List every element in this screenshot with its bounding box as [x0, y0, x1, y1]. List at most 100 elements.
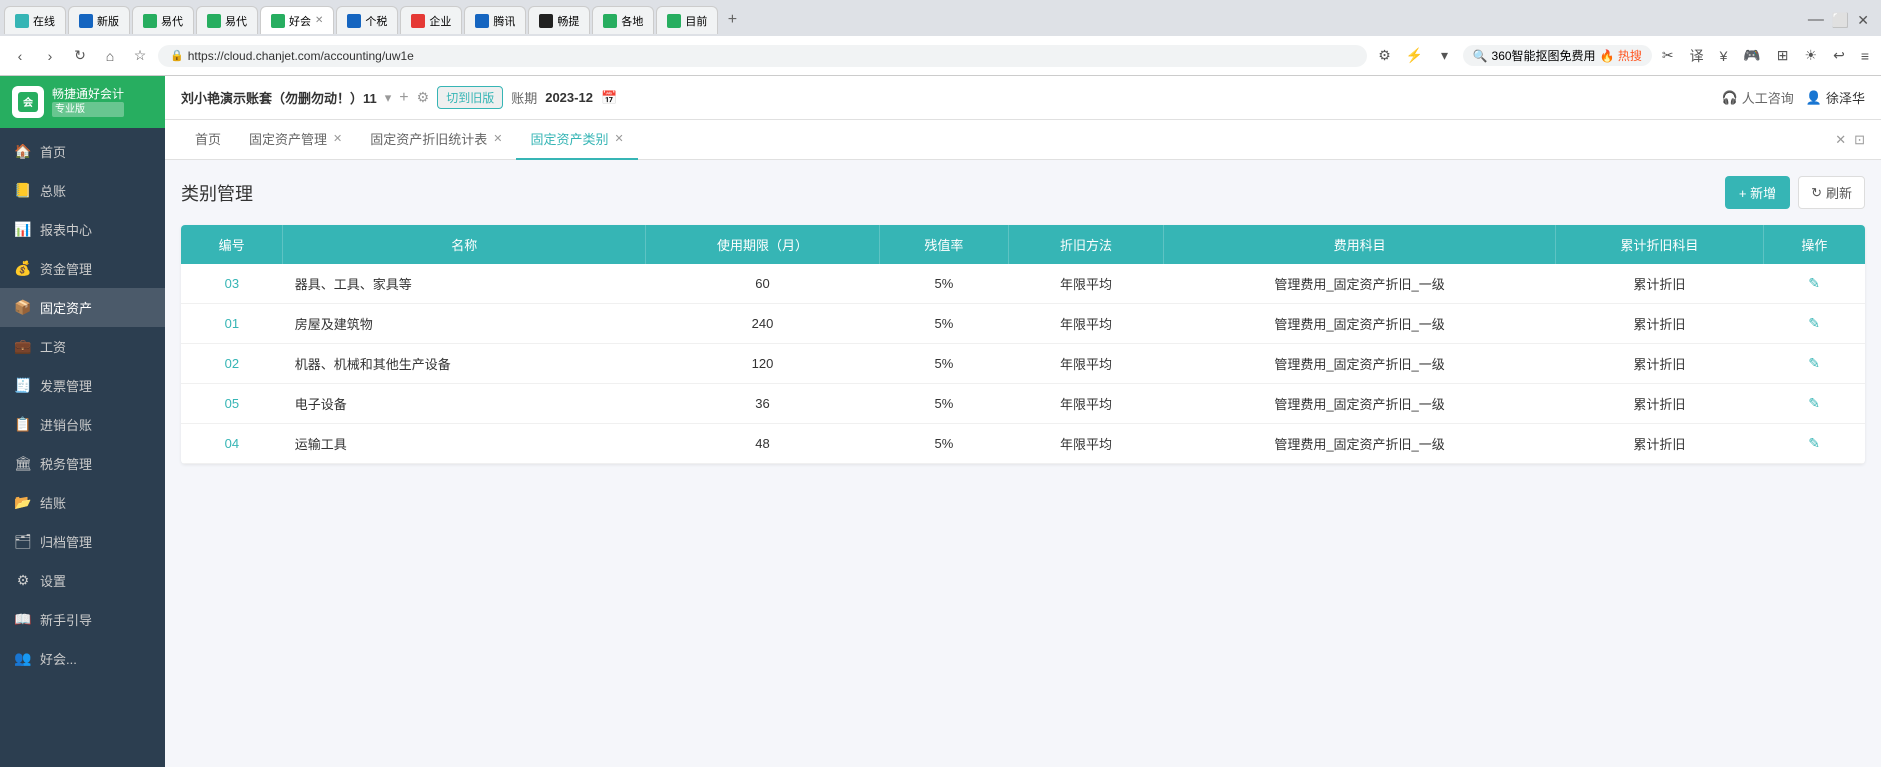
browser-tab-6[interactable]: 企业 — [400, 6, 462, 34]
home-button[interactable]: ⌂ — [98, 44, 122, 68]
calendar-icon[interactable]: 📅 — [601, 90, 617, 106]
cell-code-3[interactable]: 05 — [181, 384, 283, 424]
sidebar-item-settings[interactable]: ⚙ 设置 — [0, 561, 165, 600]
sidebar-item-community[interactable]: 👥 好会... — [0, 639, 165, 678]
sidebar-item-general-ledger[interactable]: 📒 总账 — [0, 171, 165, 210]
browser-tab-1[interactable]: 新版 — [68, 6, 130, 34]
tab-close-1[interactable]: ✕ — [333, 132, 342, 145]
browser-toolbar: ✂ 译 ¥ 🎮 ⊞ ☀ ↩ ≡ — [1658, 44, 1873, 68]
browser-tab-2[interactable]: 易代 — [132, 6, 194, 34]
refresh-table-button[interactable]: ↻ 刷新 — [1798, 176, 1865, 209]
wallet-icon[interactable]: ¥ — [1716, 46, 1732, 66]
tab-close-all-icon[interactable]: ✕ — [1835, 132, 1846, 148]
user-profile-button[interactable]: 👤 徐泽华 — [1806, 88, 1865, 107]
sidebar-item-reports[interactable]: 📊 报表中心 — [0, 210, 165, 249]
consult-button[interactable]: 🎧 人工咨询 — [1722, 88, 1794, 107]
col-header-expense: 费用科目 — [1164, 225, 1556, 264]
tab-home[interactable]: 首页 — [181, 120, 235, 160]
sidebar-item-invoice[interactable]: 🧾 发票管理 — [0, 366, 165, 405]
bookmark-button[interactable]: ☆ — [128, 44, 152, 68]
site-settings-button[interactable]: ⚙ — [1373, 44, 1397, 68]
browser-tab-4[interactable]: 好会 ✕ — [260, 6, 334, 34]
main-content: 刘小艳演示账套（勿删勿动！）11 ▾ + ⚙ 切到旧版 账期 2023-12 📅… — [165, 76, 1881, 767]
sun-icon[interactable]: ☀ — [1801, 45, 1822, 66]
content-tabs: 首页 固定资产管理 ✕ 固定资产折旧统计表 ✕ 固定资产类别 ✕ ✕ ⊡ — [165, 120, 1881, 160]
url-bar[interactable]: 🔒 https://cloud.chanjet.com/accounting/u… — [158, 45, 1367, 67]
undo-icon[interactable]: ↩ — [1829, 45, 1849, 66]
sidebar-item-fixed-assets[interactable]: 📦 固定资产 — [0, 288, 165, 327]
browser-tab-0[interactable]: 在线 — [4, 6, 66, 34]
sidebar-item-tax[interactable]: 🏛 税务管理 — [0, 444, 165, 483]
menu-icon[interactable]: ≡ — [1857, 46, 1873, 66]
browser-tab-3[interactable]: 易代 — [196, 6, 258, 34]
header-settings-icon[interactable]: ⚙ — [417, 89, 430, 106]
edit-button-2[interactable]: ✎ — [1808, 355, 1820, 371]
minimize-button[interactable]: — — [1808, 11, 1824, 29]
tab-asset-management[interactable]: 固定资产管理 ✕ — [235, 120, 356, 160]
browser-search-box[interactable]: 🔍 360智能抠图免费用 🔥 热搜 — [1463, 45, 1652, 66]
sidebar-item-label: 好会... — [40, 649, 77, 668]
dropdown-button[interactable]: ▾ — [1433, 44, 1457, 68]
cell-code-0[interactable]: 03 — [181, 264, 283, 304]
new-tab-button[interactable]: + — [720, 8, 744, 32]
translate-icon[interactable]: 译 — [1686, 44, 1708, 68]
back-button[interactable]: ‹ — [8, 44, 32, 68]
edit-button-4[interactable]: ✎ — [1808, 435, 1820, 451]
maximize-button[interactable]: ⬜ — [1832, 12, 1849, 29]
sidebar-item-funds[interactable]: 💰 资金管理 — [0, 249, 165, 288]
scissors-icon[interactable]: ✂ — [1658, 45, 1678, 66]
cell-code-2[interactable]: 02 — [181, 344, 283, 384]
archive-icon: 🗂 — [14, 533, 32, 550]
games-icon[interactable]: 🎮 — [1739, 45, 1764, 66]
switch-old-version-button[interactable]: 切到旧版 — [437, 86, 503, 109]
browser-tab-7[interactable]: 腾讯 — [464, 6, 526, 34]
tab-depreciation-report[interactable]: 固定资产折旧统计表 ✕ — [356, 120, 516, 160]
add-category-button[interactable]: + 新增 — [1725, 176, 1790, 209]
search-icon: 🔍 — [1473, 49, 1488, 63]
sidebar-item-settle[interactable]: 📂 结账 — [0, 483, 165, 522]
tab-expand-icon[interactable]: ⊡ — [1854, 132, 1865, 148]
tab-close-2[interactable]: ✕ — [493, 132, 502, 145]
refresh-button-browser[interactable]: ↻ — [68, 44, 92, 68]
edit-button-1[interactable]: ✎ — [1808, 315, 1820, 331]
lightning-button[interactable]: ⚡ — [1403, 44, 1427, 68]
cell-residual-4: 5% — [879, 424, 1008, 464]
header-add-icon[interactable]: + — [399, 89, 408, 107]
browser-tab-close-4[interactable]: ✕ — [315, 15, 323, 26]
browser-tab-5[interactable]: 个税 — [336, 6, 398, 34]
tab-close-3[interactable]: ✕ — [615, 132, 624, 145]
browser-tab-label-8: 畅提 — [557, 13, 579, 29]
browser-tab-label-10: 目前 — [685, 13, 707, 29]
close-button[interactable]: ✕ — [1857, 12, 1869, 29]
edit-button-3[interactable]: ✎ — [1808, 395, 1820, 411]
sidebar-item-guide[interactable]: 📖 新手引导 — [0, 600, 165, 639]
cell-code-1[interactable]: 01 — [181, 304, 283, 344]
header-dropdown-icon[interactable]: ▾ — [385, 90, 392, 106]
cell-period-3: 36 — [646, 384, 880, 424]
cell-action-2: ✎ — [1763, 344, 1865, 384]
browser-tab-10[interactable]: 目前 — [656, 6, 718, 34]
sidebar-item-archive[interactable]: 🗂 归档管理 — [0, 522, 165, 561]
cell-action-1: ✎ — [1763, 304, 1865, 344]
sidebar-logo[interactable]: 会 畅捷通好会计 专业版 — [0, 76, 165, 128]
cell-period-4: 48 — [646, 424, 880, 464]
forward-button[interactable]: › — [38, 44, 62, 68]
sidebar-item-label: 进销台账 — [40, 415, 92, 434]
browser-tab-8[interactable]: 畅提 — [528, 6, 590, 34]
sidebar-item-purchase-sales[interactable]: 📋 进销台账 — [0, 405, 165, 444]
cell-period-1: 240 — [646, 304, 880, 344]
sidebar-item-label: 设置 — [40, 571, 66, 590]
browser-tab-label-0: 在线 — [33, 13, 55, 29]
tax-icon: 🏛 — [14, 455, 32, 472]
cell-name-2: 机器、机械和其他生产设备 — [283, 344, 646, 384]
category-table: 编号 名称 使用期限（月） 残值率 折旧方法 费用科目 累计折旧科目 操作 03… — [181, 225, 1865, 464]
browser-tab-9[interactable]: 各地 — [592, 6, 654, 34]
edit-button-0[interactable]: ✎ — [1808, 275, 1820, 291]
cell-code-4[interactable]: 04 — [181, 424, 283, 464]
sidebar-item-salary[interactable]: 💼 工资 — [0, 327, 165, 366]
sidebar-item-home[interactable]: 🏠 首页 — [0, 132, 165, 171]
tab-asset-category[interactable]: 固定资产类别 ✕ — [516, 120, 637, 160]
header-left: 刘小艳演示账套（勿删勿动！）11 ▾ + ⚙ 切到旧版 账期 2023-12 📅 — [181, 86, 617, 109]
grid-icon[interactable]: ⊞ — [1773, 45, 1793, 66]
period-value: 2023-12 — [545, 90, 593, 105]
